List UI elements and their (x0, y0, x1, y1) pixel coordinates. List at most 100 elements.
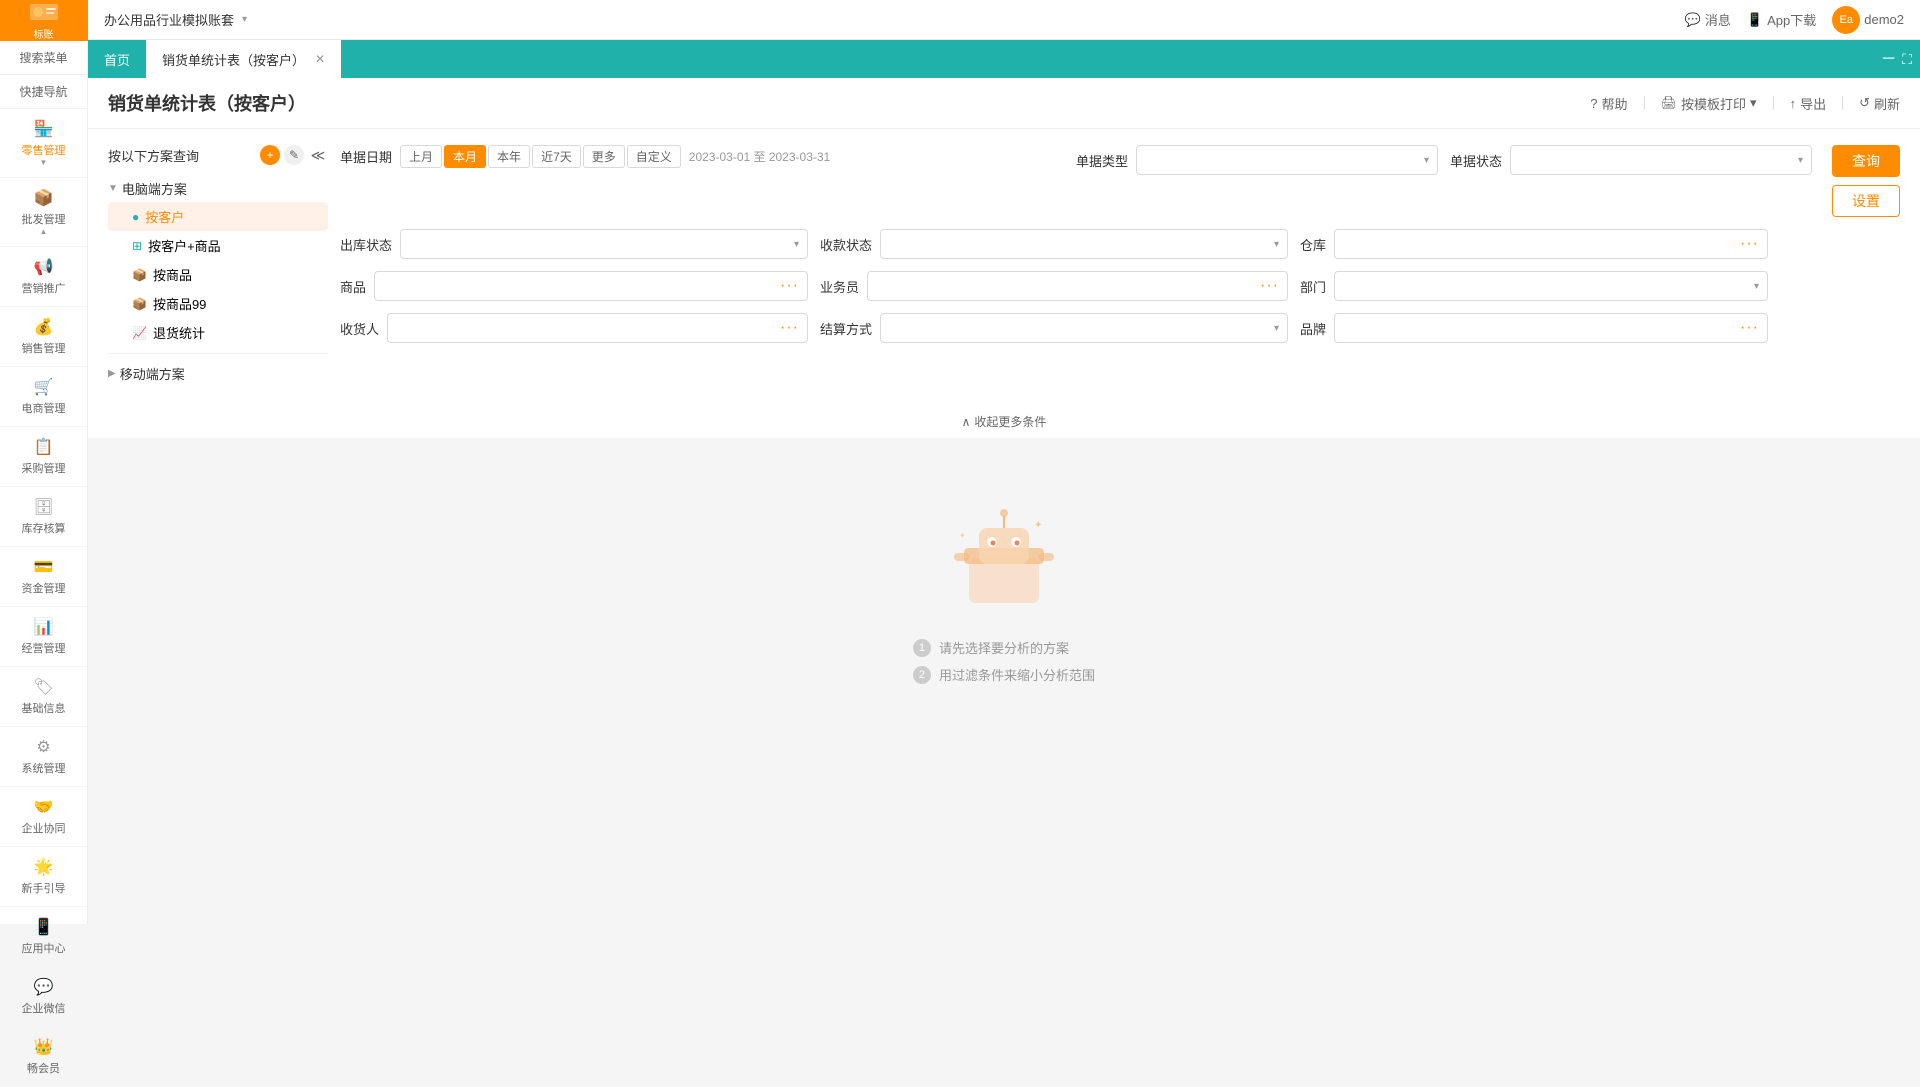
sidebar-item-basics[interactable]: 🏷 基础信息 (0, 667, 87, 727)
wechat-label: 企业微信 (22, 1000, 66, 1016)
ecommerce-label: 电商管理 (22, 400, 66, 416)
receive-status-select[interactable]: ▾ (880, 229, 1288, 259)
scheme-item-by-customer[interactable]: ● 按客户 (108, 202, 328, 231)
sidebar-quick-nav[interactable]: 快捷导航 (0, 75, 87, 109)
sidebar-item-newbie[interactable]: 🌟 新手引导 (0, 847, 87, 907)
sidebar-item-operations[interactable]: 📊 经营管理 (0, 607, 87, 667)
content-area: 销货单统计表（按客户） ? 帮助 🖨 按模板打印 ▾ ↑ 导出 (88, 78, 1920, 924)
date-btn-this-month[interactable]: 本月 (444, 145, 486, 168)
app-logo: 标账 (0, 0, 88, 41)
out-status-select[interactable]: ▾ (400, 229, 808, 259)
tab-minimize-icon[interactable]: ─ (1883, 50, 1894, 68)
date-btn-custom[interactable]: 自定义 (627, 145, 681, 168)
print-btn[interactable]: 🖨 按模板打印 ▾ (1661, 94, 1757, 113)
warehouse-field: 仓库 ··· (1300, 229, 1768, 259)
sidebar-item-retail[interactable]: 🏪 零售管理 ▼ (0, 109, 87, 178)
out-status-field: 出库状态 ▾ (340, 229, 808, 259)
scheme-group-desktop-header[interactable]: ▼ 电脑端方案 (108, 175, 328, 202)
scheme-item-return-stats[interactable]: 📈 退货统计 (108, 318, 328, 347)
warehouse-select[interactable]: ··· (1334, 229, 1768, 259)
refresh-btn[interactable]: ↺ 刷新 (1859, 94, 1900, 113)
order-type-label: 单据类型 (1076, 151, 1128, 170)
by-customer-product-icon: ⊞ (132, 239, 142, 253)
export-icon: ↑ (1790, 96, 1797, 111)
scheme-collapse-btn[interactable]: ≪ (308, 145, 328, 165)
collapse-arrow-icon: ∧ (962, 415, 971, 429)
sidebar-item-wholesale[interactable]: 📦 批发管理 ▲ (0, 178, 87, 247)
receive-status-label: 收款状态 (820, 235, 872, 254)
tip-text-2: 用过滤条件来缩小分析范围 (939, 665, 1095, 684)
sidebar-item-purchase[interactable]: 📋 采购管理 (0, 427, 87, 487)
sidebar-item-member[interactable]: 👑 畅会员 (0, 1027, 87, 1087)
date-btn-this-year[interactable]: 本年 (488, 145, 530, 168)
brand-select[interactable]: ··· (1334, 313, 1768, 343)
svg-text:✦: ✦ (959, 531, 966, 540)
topbar-dropdown-icon[interactable]: ▾ (242, 14, 247, 25)
sidebar-item-appcenter[interactable]: 📱 应用中心 (0, 907, 87, 967)
print-arrow: ▾ (1750, 95, 1757, 111)
sidebar-item-system[interactable]: ⚙ 系统管理 (0, 727, 87, 787)
sidebar-item-sales[interactable]: 💰 销售管理 (0, 307, 87, 367)
sidebar-item-finance[interactable]: 💳 资金管理 (0, 547, 87, 607)
sidebar-item-inventory[interactable]: 🗄 库存核算 (0, 487, 87, 547)
filter-panel: 单据日期 上月 本月 本年 近7天 更多 自定义 2023-03-01 至 20… (340, 145, 1900, 389)
svg-text:✦: ✦ (1034, 520, 1042, 531)
newbie-label: 新手引导 (22, 880, 66, 896)
order-status-arrow: ▾ (1798, 155, 1803, 166)
settings-btn[interactable]: 设置 (1832, 185, 1900, 217)
sidebar-item-enterprise[interactable]: 🤝 企业协同 (0, 787, 87, 847)
topbar-right: 💬 消息 📱 App下载 Ea demo2 (1685, 6, 1904, 34)
quick-nav-label[interactable]: 快捷导航 (19, 79, 67, 104)
help-btn[interactable]: ? 帮助 (1590, 94, 1627, 113)
scheme-item-by-product-99[interactable]: 📦 按商品99 (108, 289, 328, 318)
out-status-arrow: ▾ (794, 239, 799, 250)
sidebar-item-marketing[interactable]: 📢 营销推广 (0, 247, 87, 307)
date-btn-more[interactable]: 更多 (583, 145, 625, 168)
desktop-group-label: 电脑端方案 (122, 179, 187, 198)
scheme-item-by-product[interactable]: 📦 按商品 (108, 260, 328, 289)
search-menu-label[interactable]: 搜索菜单 (19, 49, 67, 66)
order-status-select[interactable]: ▾ (1510, 145, 1812, 175)
consignee-select[interactable]: ··· (387, 313, 808, 343)
print-icon: 🖨 (1661, 95, 1678, 111)
enterprise-icon: 🤝 (34, 797, 54, 817)
sidebar-item-ecommerce[interactable]: 🛒 电商管理 (0, 367, 87, 427)
scheme-edit-btn[interactable]: ✎ (284, 145, 304, 165)
department-arrow: ▾ (1754, 281, 1759, 292)
settlement-arrow: ▾ (1274, 323, 1279, 334)
tab-maximize-icon[interactable]: ⛶ (1902, 51, 1912, 68)
by-customer-product-label: 按客户+商品 (148, 236, 221, 255)
app-download-btn[interactable]: 📱 App下载 (1747, 10, 1816, 29)
operations-label: 经营管理 (22, 640, 66, 656)
date-btn-last-month[interactable]: 上月 (400, 145, 442, 168)
department-select[interactable]: ▾ (1334, 271, 1768, 301)
sidebar-search-menu[interactable]: 搜索菜单 (0, 41, 87, 75)
product-select[interactable]: ··· (374, 271, 808, 301)
tab-sales-stat[interactable]: 销货单统计表（按客户） ✕ (146, 40, 341, 78)
query-btn[interactable]: 查询 (1832, 145, 1900, 177)
export-btn[interactable]: ↑ 导出 (1790, 94, 1827, 113)
date-btn-last-7[interactable]: 近7天 (532, 145, 581, 168)
collapse-more-bar[interactable]: ∧ 收起更多条件 (88, 405, 1920, 438)
tab-close-btn[interactable]: ✕ (315, 52, 325, 66)
sales-icon: 💰 (34, 317, 54, 337)
finance-label: 资金管理 (22, 580, 66, 596)
user-menu[interactable]: Ea demo2 (1832, 6, 1904, 34)
brand-label: 品牌 (1300, 319, 1326, 338)
scheme-item-by-customer-product[interactable]: ⊞ 按客户+商品 (108, 231, 328, 260)
by-product-99-label: 按商品99 (153, 294, 206, 313)
tab-home[interactable]: 首页 (88, 40, 146, 78)
scheme-group-mobile: ▶ 移动端方案 (108, 358, 328, 389)
message-btn[interactable]: 💬 消息 (1685, 10, 1731, 29)
department-label: 部门 (1300, 277, 1326, 296)
scheme-group-mobile-header[interactable]: ▶ 移动端方案 (108, 360, 328, 387)
order-type-select[interactable]: ▾ (1136, 145, 1438, 175)
filter-action-buttons: 查询 设置 (1832, 145, 1900, 217)
divider-2 (1773, 96, 1774, 110)
settlement-select[interactable]: ▾ (880, 313, 1288, 343)
scheme-header: 按以下方案查询 + ✎ ≪ (108, 145, 328, 173)
salesperson-select[interactable]: ··· (867, 271, 1288, 301)
logo-text: 标账 (34, 26, 54, 41)
sidebar-item-wechat[interactable]: 💬 企业微信 (0, 967, 87, 1027)
scheme-add-btn[interactable]: + (260, 145, 280, 165)
